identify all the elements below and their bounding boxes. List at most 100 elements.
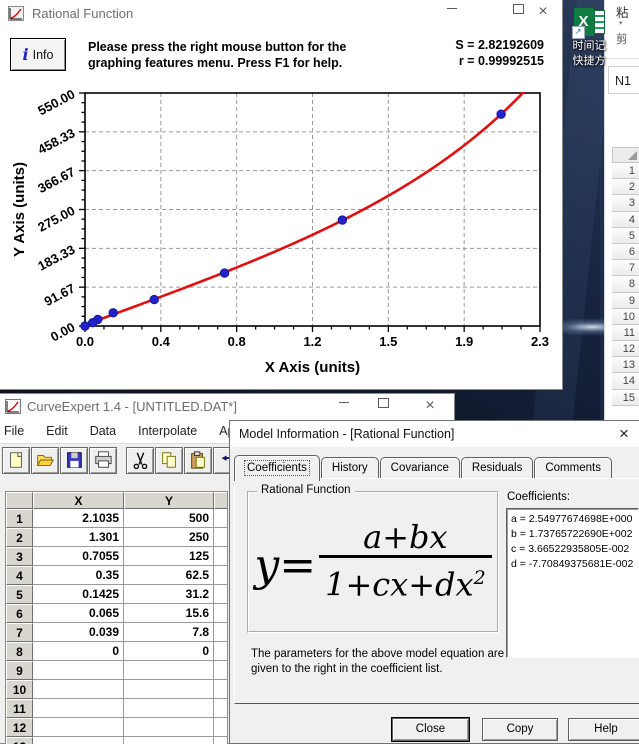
menu-file[interactable]: File bbox=[0, 424, 35, 438]
chevron-down-icon[interactable]: ▾ bbox=[619, 19, 623, 27]
cell-next[interactable] bbox=[214, 699, 228, 718]
cell-next[interactable] bbox=[214, 661, 228, 680]
cell-next[interactable] bbox=[214, 604, 228, 623]
print-button[interactable] bbox=[89, 447, 117, 474]
maximize-button[interactable] bbox=[369, 394, 397, 419]
excel-row-header[interactable]: 11 bbox=[612, 325, 639, 341]
cell-next[interactable] bbox=[214, 509, 228, 528]
cell-y[interactable]: 15.6 bbox=[124, 604, 214, 623]
open-file-button[interactable] bbox=[31, 447, 59, 474]
cell-next[interactable] bbox=[214, 623, 228, 642]
row-header[interactable]: 1 bbox=[6, 509, 33, 528]
cell-x[interactable]: 2.1035 bbox=[33, 509, 124, 528]
dialog-titlebar[interactable]: Model Information - [Rational Function] … bbox=[230, 421, 639, 447]
cell-y[interactable]: 0 bbox=[124, 642, 214, 661]
cell-next[interactable] bbox=[214, 566, 228, 585]
cell-x[interactable] bbox=[33, 699, 124, 718]
excel-row-header[interactable]: 12 bbox=[612, 341, 639, 357]
tab-residuals[interactable]: Residuals bbox=[461, 457, 534, 479]
cell-x[interactable]: 0.35 bbox=[33, 566, 124, 585]
cell-x[interactable] bbox=[33, 737, 124, 744]
cell-y[interactable]: 62.5 bbox=[124, 566, 214, 585]
cell-x[interactable]: 0.065 bbox=[33, 604, 124, 623]
cell-x[interactable] bbox=[33, 680, 124, 699]
column-header-x[interactable]: X bbox=[33, 492, 124, 509]
cell-next[interactable] bbox=[214, 585, 228, 604]
row-header[interactable]: 7 bbox=[6, 623, 33, 642]
row-header[interactable]: 10 bbox=[6, 680, 33, 699]
data-point[interactable] bbox=[338, 216, 346, 224]
coefficients-listbox[interactable]: a = 2.54977674698E+000b = 1.73765722690E… bbox=[506, 508, 639, 658]
cut-button[interactable] bbox=[126, 447, 154, 474]
excel-row-header[interactable]: 1 bbox=[612, 163, 639, 179]
sheet-corner-cell[interactable] bbox=[6, 492, 33, 509]
cell-y[interactable]: 500 bbox=[124, 509, 214, 528]
minimize-button[interactable] bbox=[330, 394, 358, 419]
data-point[interactable] bbox=[89, 318, 97, 326]
menu-interpolate[interactable]: Interpolate bbox=[127, 424, 208, 438]
row-header[interactable]: 6 bbox=[6, 604, 33, 623]
save-file-button[interactable] bbox=[60, 447, 88, 474]
excel-row-header[interactable]: 5 bbox=[612, 228, 639, 244]
close-icon[interactable]: × bbox=[611, 422, 637, 446]
excel-row-header[interactable]: 15 bbox=[612, 390, 639, 406]
cell-y[interactable] bbox=[124, 680, 214, 699]
cell-y[interactable]: 125 bbox=[124, 547, 214, 566]
cell-next[interactable] bbox=[214, 528, 228, 547]
row-header[interactable]: 12 bbox=[6, 718, 33, 737]
excel-select-all-corner[interactable] bbox=[612, 147, 639, 163]
row-header[interactable]: 9 bbox=[6, 661, 33, 680]
cell-x[interactable]: 1.301 bbox=[33, 528, 124, 547]
excel-row-header[interactable]: 13 bbox=[612, 357, 639, 373]
excel-row-header[interactable]: 4 bbox=[612, 212, 639, 228]
tab-covariance[interactable]: Covariance bbox=[380, 457, 460, 479]
data-point[interactable] bbox=[497, 110, 505, 118]
cell-y[interactable]: 31.2 bbox=[124, 585, 214, 604]
row-header[interactable]: 5 bbox=[6, 585, 33, 604]
menu-edit[interactable]: Edit bbox=[35, 424, 79, 438]
data-point[interactable] bbox=[150, 295, 158, 303]
cell-x[interactable]: 0.7055 bbox=[33, 547, 124, 566]
cell-x[interactable]: 0.1425 bbox=[33, 585, 124, 604]
column-header-y[interactable]: Y bbox=[124, 492, 214, 509]
new-file-button[interactable] bbox=[2, 447, 30, 474]
cell-x[interactable] bbox=[33, 718, 124, 737]
cell-y[interactable]: 7.8 bbox=[124, 623, 214, 642]
excel-row-header[interactable]: 3 bbox=[612, 195, 639, 211]
cell-x[interactable] bbox=[33, 661, 124, 680]
cell-y[interactable] bbox=[124, 661, 214, 680]
cell-y[interactable] bbox=[124, 737, 214, 744]
cell-next[interactable] bbox=[214, 718, 228, 737]
row-header[interactable]: 2 bbox=[6, 528, 33, 547]
info-button[interactable]: i Info bbox=[10, 38, 66, 71]
row-header[interactable]: 13 bbox=[6, 737, 33, 744]
excel-row-header[interactable]: 8 bbox=[612, 276, 639, 292]
excel-name-box[interactable]: N1 bbox=[608, 66, 639, 94]
excel-row-header[interactable]: 10 bbox=[612, 309, 639, 325]
excel-row-header[interactable]: 2 bbox=[612, 179, 639, 195]
data-point[interactable] bbox=[109, 309, 117, 317]
copy-button[interactable]: Copy bbox=[482, 718, 558, 741]
data-point[interactable] bbox=[81, 322, 89, 330]
cell-y[interactable]: 250 bbox=[124, 528, 214, 547]
excel-row-header[interactable]: 14 bbox=[612, 373, 639, 389]
data-point[interactable] bbox=[220, 269, 228, 277]
cell-next[interactable] bbox=[214, 642, 228, 661]
excel-row-header[interactable]: 6 bbox=[612, 244, 639, 260]
close-button[interactable]: × bbox=[416, 394, 444, 419]
cell-x[interactable]: 0.039 bbox=[33, 623, 124, 642]
cell-next[interactable] bbox=[214, 680, 228, 699]
row-header[interactable]: 8 bbox=[6, 642, 33, 661]
paste-button[interactable] bbox=[184, 447, 212, 474]
cell-next[interactable] bbox=[214, 547, 228, 566]
column-header-next[interactable] bbox=[214, 492, 228, 509]
cell-next[interactable] bbox=[214, 737, 228, 744]
menu-data[interactable]: Data bbox=[79, 424, 127, 438]
row-header[interactable]: 11 bbox=[6, 699, 33, 718]
tab-comments[interactable]: Comments bbox=[534, 457, 612, 479]
cell-x[interactable]: 0 bbox=[33, 642, 124, 661]
help-button[interactable]: Help bbox=[568, 718, 639, 741]
excel-row-header[interactable]: 9 bbox=[612, 293, 639, 309]
excel-row-header[interactable]: 7 bbox=[612, 260, 639, 276]
row-header[interactable]: 3 bbox=[6, 547, 33, 566]
